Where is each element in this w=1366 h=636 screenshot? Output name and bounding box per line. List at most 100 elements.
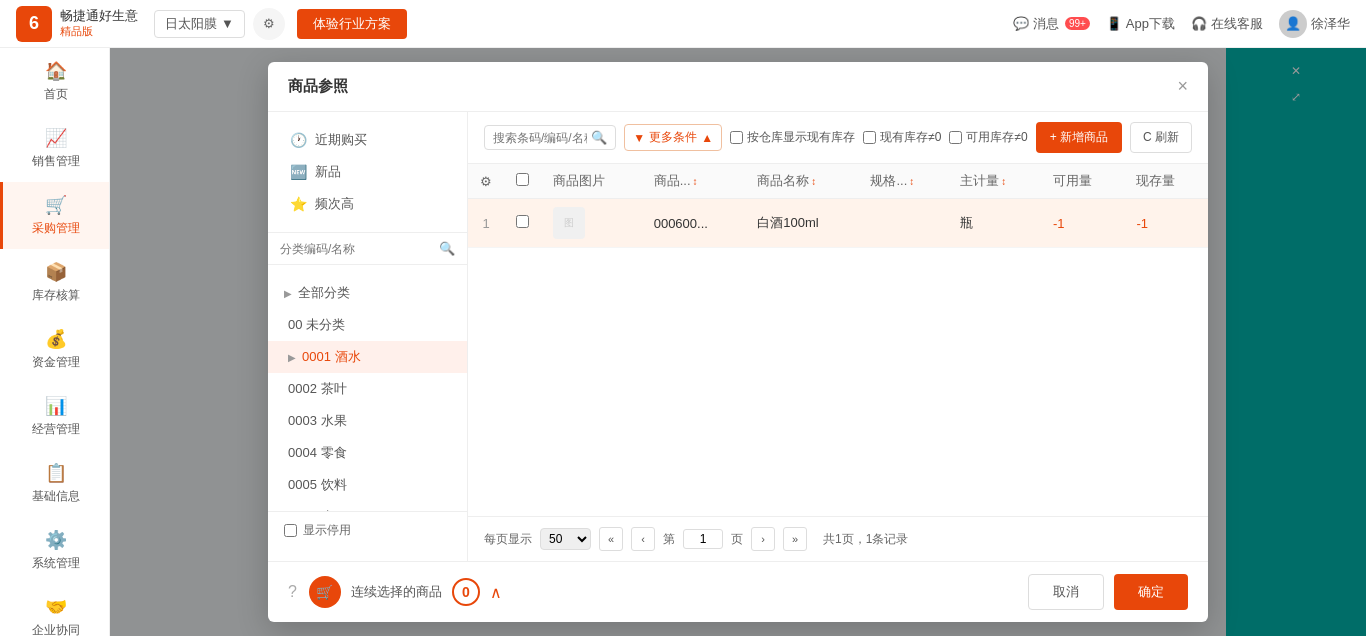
tree-item-0003 水果[interactable]: 0003 水果 (268, 405, 467, 437)
category-search-input[interactable] (280, 242, 435, 256)
tree-arrow-icon: ▶ (284, 288, 292, 299)
last-page-button[interactable]: » (783, 527, 807, 551)
sidebar-item-系统管理[interactable]: ⚙️系统管理 (0, 517, 109, 584)
product-search-icon[interactable]: 🔍 (591, 130, 607, 145)
row-available: -1 (1041, 199, 1124, 248)
page-number-input[interactable] (683, 529, 723, 549)
service-nav-item[interactable]: 🎧 在线客服 (1191, 15, 1263, 33)
quick-section: 🕐近期购买🆕新品⭐频次高 (268, 124, 467, 228)
trial-button[interactable]: 体验行业方案 (297, 9, 407, 39)
sidebar-item-库存核算[interactable]: 📦库存核算 (0, 249, 109, 316)
footer-buttons: 取消 确定 (1028, 574, 1188, 610)
col-unit[interactable]: 主计量↕ (948, 164, 1041, 199)
store-selector[interactable]: 日太阳膜 ▼ (154, 10, 245, 38)
col-spec[interactable]: 规格...↕ (858, 164, 948, 199)
sidebar-item-资金管理[interactable]: 💰资金管理 (0, 316, 109, 383)
dialog-close-button[interactable]: × (1177, 76, 1188, 97)
product-table-wrap: ⚙ 商品图片 商品...↕ 商品名称↕ 规格...↕ 主计量↕ 可用量 现存量 (468, 164, 1208, 516)
dialog-header: 商品参照 × (268, 62, 1208, 112)
cancel-button[interactable]: 取消 (1028, 574, 1104, 610)
cart-icon[interactable]: 🛒 (309, 576, 341, 608)
tree-item-0008 水[interactable]: 0008 水 (268, 501, 467, 511)
tree-item-label: 0002 茶叶 (288, 380, 347, 398)
product-search-wrap: 🔍 (484, 125, 616, 150)
col-settings[interactable]: ⚙ (468, 164, 504, 199)
sidebar-item-企业协同[interactable]: 🤝企业协同 (0, 584, 109, 636)
user-nav-item[interactable]: 👤 徐泽华 (1279, 10, 1350, 38)
sidebar-label: 经营管理 (32, 421, 80, 438)
row-checkbox[interactable] (504, 199, 541, 248)
dialog-body: 🕐近期购买🆕新品⭐频次高 🔍 ▶全部分类 00 未分类 ▶ 0001 酒水 0002 茶… (268, 112, 1208, 561)
product-thumb: 图 (553, 207, 585, 239)
tree-item-label: 0003 水果 (288, 412, 347, 430)
sidebar-label: 首页 (44, 86, 68, 103)
sidebar: 🏠首页📈销售管理🛒采购管理📦库存核算💰资金管理📊经营管理📋基础信息⚙️系统管理🤝… (0, 48, 110, 636)
col-stock: 现存量 (1124, 164, 1208, 199)
tree-item-0002 茶叶[interactable]: 0002 茶叶 (268, 373, 467, 405)
stock-filter-checkbox[interactable]: 现有库存≠0 (863, 129, 941, 146)
confirm-button[interactable]: 确定 (1114, 574, 1188, 610)
filter-icon: ▼ (633, 131, 645, 145)
settings-button[interactable]: ⚙ (253, 8, 285, 40)
app-download-nav-item[interactable]: 📱 App下载 (1106, 15, 1175, 33)
tree-item-label: 0004 零食 (288, 444, 347, 462)
select-all-checkbox[interactable] (516, 173, 529, 186)
per-page-label: 每页显示 (484, 531, 532, 548)
tree-item-0004 零食[interactable]: 0004 零食 (268, 437, 467, 469)
quick-item-频次高[interactable]: ⭐频次高 (280, 188, 455, 220)
tree-item-0001 酒水[interactable]: ▶ 0001 酒水 (268, 341, 467, 373)
tree-arrow-icon: ▶ (288, 352, 296, 363)
sidebar-item-基础信息[interactable]: 📋基础信息 (0, 450, 109, 517)
per-page-select[interactable]: 50 100 (540, 528, 591, 550)
pagination-row: 每页显示 50 100 « ‹ 第 页 › » 共 (468, 516, 1208, 561)
search-icon[interactable]: 🔍 (439, 241, 455, 256)
tree-item-label: 0005 饮料 (288, 476, 347, 494)
page-suffix: 页 (731, 531, 743, 548)
headset-icon: 🎧 (1191, 16, 1207, 31)
available-filter-checkbox[interactable]: 可用库存≠0 (949, 129, 1027, 146)
sidebar-item-销售管理[interactable]: 📈销售管理 (0, 115, 109, 182)
help-icon[interactable]: ? (288, 583, 297, 601)
add-product-button[interactable]: + 新增商品 (1036, 122, 1122, 153)
top-nav: 6 畅捷通好生意 精品版 日太阳膜 ▼ ⚙ 体验行业方案 💬 消息 99+ 📱 … (0, 0, 1366, 48)
tree-item-00 未分类[interactable]: 00 未分类 (268, 309, 467, 341)
cart-area: 🛒 连续选择的商品 0 ∧ (309, 576, 502, 608)
show-disabled-checkbox[interactable] (284, 524, 297, 537)
expand-cart-button[interactable]: ∧ (490, 583, 502, 602)
col-name[interactable]: 商品名称↕ (745, 164, 858, 199)
cart-label: 连续选择的商品 (351, 583, 442, 601)
sidebar-item-采购管理[interactable]: 🛒采购管理 (0, 182, 109, 249)
sidebar-item-经营管理[interactable]: 📊经营管理 (0, 383, 109, 450)
brand-sub: 精品版 (60, 24, 138, 39)
category-search-row: 🔍 (268, 232, 467, 265)
tree-item-0005 饮料[interactable]: 0005 饮料 (268, 469, 467, 501)
tree-item-label: 0001 酒水 (302, 348, 361, 366)
main-layout: 🏠首页📈销售管理🛒采购管理📦库存核算💰资金管理📊经营管理📋基础信息⚙️系统管理🤝… (0, 48, 1366, 636)
row-num: 1 (468, 199, 504, 248)
sidebar-label: 资金管理 (32, 354, 80, 371)
sidebar-label: 销售管理 (32, 153, 80, 170)
prev-page-button[interactable]: ‹ (631, 527, 655, 551)
sidebar-item-首页[interactable]: 🏠首页 (0, 48, 109, 115)
quick-item-近期购买[interactable]: 🕐近期购买 (280, 124, 455, 156)
tree-item-label: 00 未分类 (288, 316, 345, 334)
message-icon: 💬 (1013, 16, 1029, 31)
product-table: ⚙ 商品图片 商品...↕ 商品名称↕ 规格...↕ 主计量↕ 可用量 现存量 (468, 164, 1208, 248)
row-name: 白酒100ml (745, 199, 858, 248)
refresh-button[interactable]: C 刷新 (1130, 122, 1192, 153)
tree-item-全部分类[interactable]: ▶全部分类 (268, 277, 467, 309)
table-row[interactable]: 1 图 000600... 白酒100ml 瓶 -1 -1 (468, 199, 1208, 248)
dialog-right-panel: 🔍 ▼ 更多条件 ▲ 按仓库显示现有库存 (468, 112, 1208, 561)
next-page-button[interactable]: › (751, 527, 775, 551)
more-filter-button[interactable]: ▼ 更多条件 ▲ (624, 124, 722, 151)
warehouse-filter-checkbox[interactable]: 按仓库显示现有库存 (730, 129, 855, 146)
dialog-title: 商品参照 (288, 77, 348, 96)
product-search-input[interactable] (493, 131, 587, 145)
first-page-button[interactable]: « (599, 527, 623, 551)
col-code[interactable]: 商品...↕ (642, 164, 746, 199)
nav-right: 💬 消息 99+ 📱 App下载 🎧 在线客服 👤 徐泽华 (1013, 10, 1350, 38)
quick-icon: 🕐 (290, 132, 307, 148)
quick-item-新品[interactable]: 🆕新品 (280, 156, 455, 188)
logo-icon: 6 (16, 6, 52, 42)
message-nav-item[interactable]: 💬 消息 99+ (1013, 15, 1090, 33)
